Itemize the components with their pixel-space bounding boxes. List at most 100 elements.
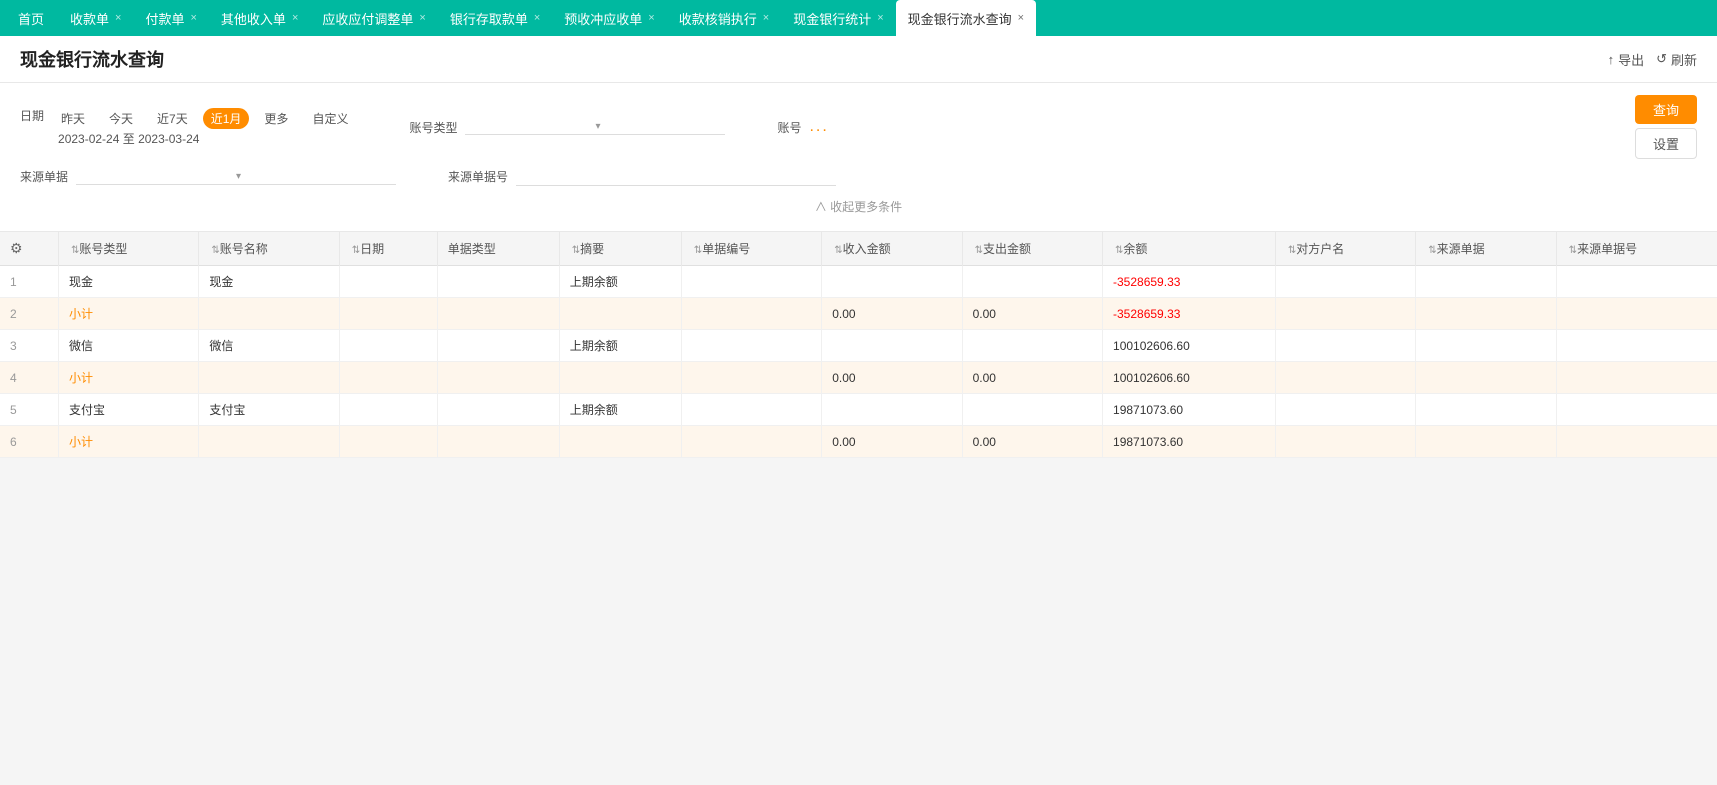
table-header-account_type[interactable]: ⇅账号类型 <box>58 232 198 266</box>
date-shortcut-btn[interactable]: 近1月 <box>203 108 250 129</box>
close-icon[interactable]: × <box>419 12 425 24</box>
date-shortcut-btn[interactable]: 昨天 <box>52 107 94 130</box>
table-cell <box>199 362 339 394</box>
nav-home[interactable]: 首页 <box>4 9 58 28</box>
nav-tab[interactable]: 付款单× <box>133 0 208 36</box>
sort-icon: ⇅ <box>211 245 219 256</box>
table-cell <box>199 426 339 458</box>
table-cell <box>339 394 437 426</box>
source-doc-select[interactable]: ▾ <box>76 169 396 185</box>
settings-button[interactable]: 设置 <box>1635 128 1697 159</box>
gear-icon[interactable]: ⚙ <box>10 240 23 256</box>
table-row: 1现金现金上期余额-3528659.33 <box>0 266 1717 298</box>
close-icon[interactable]: × <box>877 12 883 24</box>
table-cell <box>339 298 437 330</box>
table-cell: 2 <box>0 298 58 330</box>
source-doc-num-input[interactable] <box>516 167 836 186</box>
account-dots[interactable]: ... <box>809 118 828 136</box>
filter-row-1: 日期 昨天今天近7天近1月更多自定义 2023-02-24 至 2023-03-… <box>20 95 1697 159</box>
sort-icon: ⇅ <box>572 245 580 256</box>
date-shortcut-btn[interactable]: 近7天 <box>148 107 197 130</box>
table-cell <box>822 266 962 298</box>
table-cell: 1 <box>0 266 58 298</box>
table-header-expense[interactable]: ⇅支出金额 <box>962 232 1102 266</box>
table-cell <box>1275 394 1415 426</box>
page-title: 现金银行流水查询 <box>20 46 164 72</box>
table-cell <box>1416 330 1556 362</box>
right-buttons: 查询 设置 <box>1635 95 1697 159</box>
table-header-source_doc[interactable]: ⇅来源单据 <box>1416 232 1556 266</box>
table-cell: 0.00 <box>962 298 1102 330</box>
table-cell <box>681 394 821 426</box>
table-header-doc_number[interactable]: ⇅单据编号 <box>681 232 821 266</box>
refresh-button[interactable]: ↺ 刷新 <box>1656 50 1697 69</box>
table-header-doc_type: 单据类型 <box>437 232 559 266</box>
nav-tab[interactable]: 现金银行流水查询× <box>896 0 1036 36</box>
chevron-down-icon-2: ▾ <box>236 171 390 182</box>
source-doc-num-filter: 来源单据号 <box>448 167 836 186</box>
query-button[interactable]: 查询 <box>1635 95 1697 124</box>
table-cell <box>437 330 559 362</box>
table-cell <box>559 426 681 458</box>
table-cell: 小计 <box>58 298 198 330</box>
table-cell <box>681 362 821 394</box>
table-cell: 小计 <box>58 362 198 394</box>
close-icon[interactable]: × <box>292 12 298 24</box>
date-shortcut-btn[interactable]: 今天 <box>100 107 142 130</box>
date-shortcut-btn[interactable]: 自定义 <box>303 107 357 130</box>
table-header-summary[interactable]: ⇅摘要 <box>559 232 681 266</box>
table-header-balance[interactable]: ⇅余额 <box>1103 232 1276 266</box>
nav-tab[interactable]: 收款核销执行× <box>667 0 781 36</box>
table-header-date[interactable]: ⇅日期 <box>339 232 437 266</box>
close-icon[interactable]: × <box>763 12 769 24</box>
table-header-gear: ⚙ <box>0 232 58 266</box>
nav-tab[interactable]: 收款单× <box>58 0 133 36</box>
export-icon: ↑ <box>1608 52 1615 67</box>
table-row: 6小计0.000.0019871073.60 <box>0 426 1717 458</box>
nav-tab[interactable]: 银行存取款单× <box>438 0 552 36</box>
source-doc-filter: 来源单据 ▾ <box>20 168 396 185</box>
close-icon[interactable]: × <box>648 12 654 24</box>
table-cell <box>559 362 681 394</box>
sort-icon: ⇅ <box>975 245 983 256</box>
close-icon[interactable]: × <box>1018 12 1024 24</box>
nav-tab[interactable]: 预收冲应收单× <box>552 0 666 36</box>
close-icon[interactable]: × <box>190 12 196 24</box>
export-button[interactable]: ↑ 导出 <box>1608 50 1645 69</box>
date-shortcut-btn[interactable]: 更多 <box>255 107 297 130</box>
table-cell: 0.00 <box>962 362 1102 394</box>
table-cell <box>962 394 1102 426</box>
table-cell <box>437 394 559 426</box>
table-container: ⚙⇅账号类型⇅账号名称⇅日期单据类型⇅摘要⇅单据编号⇅收入金额⇅支出金额⇅余额⇅… <box>0 232 1717 458</box>
table-header-counterpart[interactable]: ⇅对方户名 <box>1275 232 1415 266</box>
sort-icon: ⇅ <box>1428 245 1436 256</box>
table-cell <box>339 362 437 394</box>
table-cell <box>822 330 962 362</box>
table-cell: 0.00 <box>822 426 962 458</box>
table-cell: 100102606.60 <box>1103 362 1276 394</box>
account-type-label: 账号类型 <box>409 119 457 136</box>
collapse-bar[interactable]: ∧ 收起更多条件 <box>20 194 1697 219</box>
nav-tab[interactable]: 应收应付调整单× <box>310 0 437 36</box>
table-cell: 支付宝 <box>199 394 339 426</box>
table-header-income[interactable]: ⇅收入金额 <box>822 232 962 266</box>
chevron-down-icon: ▾ <box>595 121 719 132</box>
nav-tab[interactable]: 其他收入单× <box>209 0 310 36</box>
sort-icon: ⇅ <box>71 245 79 256</box>
table-header-source_doc_num[interactable]: ⇅来源单据号 <box>1556 232 1717 266</box>
table-header-account_name[interactable]: ⇅账号名称 <box>199 232 339 266</box>
sort-icon: ⇅ <box>694 245 702 256</box>
close-icon[interactable]: × <box>534 12 540 24</box>
table-cell: 5 <box>0 394 58 426</box>
sort-icon: ⇅ <box>1569 245 1577 256</box>
table-cell: 0.00 <box>822 298 962 330</box>
account-type-select[interactable]: ▾ <box>465 119 725 135</box>
table-cell: 微信 <box>199 330 339 362</box>
table-cell <box>1556 426 1717 458</box>
chevron-up-icon: ∧ <box>815 200 827 214</box>
nav-tab[interactable]: 现金银行统计× <box>781 0 895 36</box>
table-cell: -3528659.33 <box>1103 266 1276 298</box>
close-icon[interactable]: × <box>115 12 121 24</box>
table-cell: 19871073.60 <box>1103 394 1276 426</box>
table-cell: 支付宝 <box>58 394 198 426</box>
